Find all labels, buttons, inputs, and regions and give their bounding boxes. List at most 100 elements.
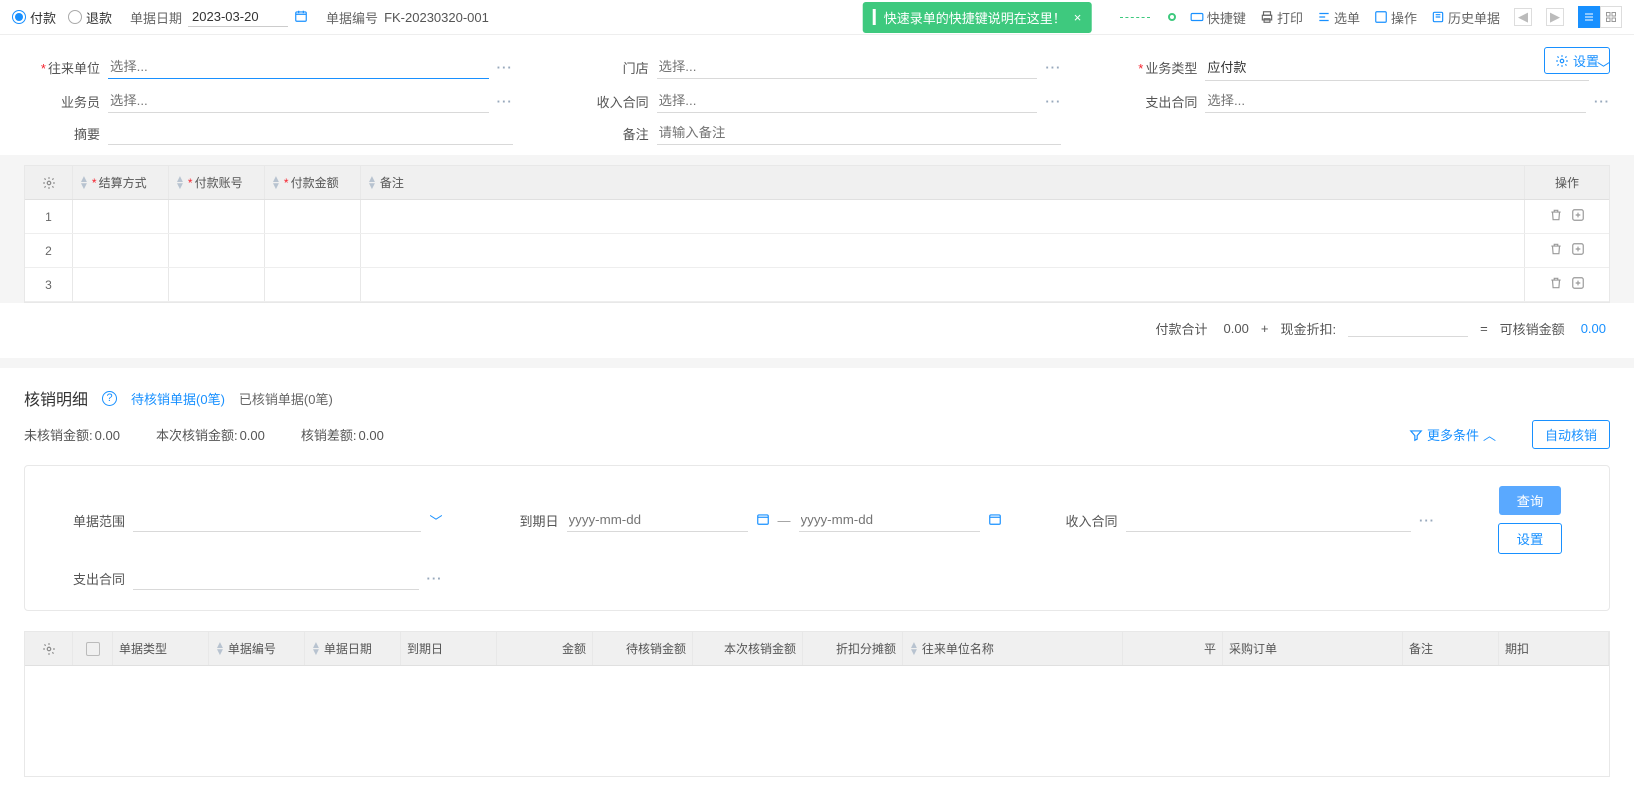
prev-button[interactable]: ◀	[1514, 8, 1532, 26]
settings-column-header[interactable]	[25, 166, 73, 199]
print-button[interactable]: 打印	[1260, 8, 1303, 27]
col-purchase-order[interactable]: 采购订单	[1223, 632, 1403, 665]
col-amount[interactable]: 金额	[497, 632, 593, 665]
col-remark[interactable]: ▲▼备注	[361, 166, 1525, 199]
add-icon[interactable]	[1571, 276, 1585, 293]
ellipsis-icon[interactable]: ···	[1045, 60, 1061, 75]
view-grid-button[interactable]	[1600, 6, 1622, 28]
expense-contract-input[interactable]	[1205, 89, 1586, 113]
table-row[interactable]: 2	[25, 234, 1609, 268]
radio-refund[interactable]: 退款	[68, 8, 112, 27]
auto-verify-button[interactable]: 自动核销	[1532, 420, 1610, 449]
summary-input[interactable]	[108, 121, 513, 145]
ellipsis-icon[interactable]: ···	[427, 571, 443, 586]
delete-icon[interactable]	[1549, 242, 1563, 259]
paytotal-value: 0.00	[1224, 321, 1249, 336]
unit-label: 往来单位	[24, 58, 100, 77]
income-contract-filter-input[interactable]	[1126, 508, 1412, 532]
topbar: 付款 退款 单据日期 2023-03-20 单据编号 FK-20230320-0…	[0, 0, 1634, 35]
verify-section: 核销明细 ? 待核销单据(0笔) 已核销单据(0笔) 未核销金额:0.00 本次…	[0, 368, 1634, 795]
query-button[interactable]: 查询	[1499, 486, 1562, 515]
ellipsis-icon[interactable]: ···	[497, 94, 513, 109]
expense-contract-filter-label: 支出合同	[49, 569, 125, 588]
delete-icon[interactable]	[1549, 276, 1563, 293]
doc-no-field: 单据编号 FK-20230320-001	[326, 8, 489, 27]
ellipsis-icon[interactable]: ···	[497, 60, 513, 75]
add-icon[interactable]	[1571, 242, 1585, 259]
calendar-icon[interactable]	[756, 512, 770, 529]
ellipsis-icon[interactable]: ···	[1419, 513, 1435, 528]
doc-date-field: 单据日期 2023-03-20	[130, 7, 308, 27]
income-contract-field: 收入合同 ···	[573, 89, 1062, 113]
col-this-amount[interactable]: 本次核销金额	[693, 632, 803, 665]
col-pending-amount[interactable]: 待核销金额	[593, 632, 693, 665]
ellipsis-icon[interactable]: ···	[1045, 94, 1061, 109]
help-icon[interactable]: ?	[102, 391, 117, 406]
col-pay-account[interactable]: ▲▼*付款账号	[169, 166, 265, 199]
col-doc-type[interactable]: 单据类型	[113, 632, 209, 665]
remark-input[interactable]	[657, 121, 1062, 145]
sort-icon: ▲▼	[215, 642, 225, 656]
ops-button[interactable]: 操作	[1374, 8, 1417, 27]
col-pay-amount[interactable]: ▲▼*付款金额	[265, 166, 361, 199]
table-row[interactable]: 3	[25, 268, 1609, 302]
income-contract-input[interactable]	[657, 89, 1038, 113]
doc-no-label: 单据编号	[326, 8, 378, 27]
sort-icon: ▲▼	[271, 176, 281, 190]
biztype-field: 业务类型 应付款 ﹀	[1121, 53, 1610, 81]
add-icon[interactable]	[1571, 208, 1585, 225]
view-list-button[interactable]	[1578, 6, 1600, 28]
calendar-icon[interactable]	[294, 9, 308, 26]
checkbox-icon[interactable]	[86, 642, 100, 656]
col-remark[interactable]: 备注	[1403, 632, 1499, 665]
settings-button[interactable]: 设置	[1544, 47, 1610, 74]
biztype-label: 业务类型	[1121, 58, 1197, 77]
store-input[interactable]	[657, 55, 1038, 79]
settings-column-header[interactable]	[25, 632, 73, 665]
select-button[interactable]: 选单	[1317, 8, 1360, 27]
doc-date-value[interactable]: 2023-03-20	[188, 7, 288, 27]
filter-settings-button[interactable]: 设置	[1498, 523, 1563, 554]
biztype-value[interactable]: 应付款	[1205, 53, 1589, 81]
col-doc-no[interactable]: ▲▼单据编号	[209, 632, 305, 665]
tab-pending[interactable]: 待核销单据(0笔)	[131, 389, 225, 408]
verify-table: 单据类型 ▲▼单据编号 ▲▼单据日期 到期日 金额 待核销金额 本次核销金额 折…	[24, 631, 1610, 777]
sort-icon: ▲▼	[367, 176, 377, 190]
sales-input[interactable]	[108, 89, 489, 113]
col-unit-name[interactable]: ▲▼往来单位名称	[903, 632, 1123, 665]
sort-icon: ▲▼	[79, 176, 89, 190]
col-settle-method[interactable]: ▲▼*结算方式	[73, 166, 169, 199]
col-extra[interactable]: 期扣	[1499, 632, 1609, 665]
unit-field: 往来单位 ···	[24, 53, 513, 81]
col-discount-alloc[interactable]: 折扣分摊额	[803, 632, 903, 665]
unit-input[interactable]	[108, 55, 489, 79]
close-icon[interactable]: ×	[1074, 10, 1082, 25]
doc-range-input[interactable]	[133, 508, 421, 532]
col-doc-date[interactable]: ▲▼单据日期	[305, 632, 401, 665]
cashdisc-input[interactable]	[1348, 321, 1468, 337]
stat-unverified-label: 未核销金额:	[24, 428, 93, 443]
stat-unverified-value: 0.00	[95, 428, 120, 443]
col-due-date[interactable]: 到期日	[401, 632, 497, 665]
col-flat[interactable]: 平	[1123, 632, 1223, 665]
expense-contract-filter: 支出合同 ···	[49, 566, 443, 590]
delete-icon[interactable]	[1549, 208, 1563, 225]
checkbox-column-header[interactable]	[73, 632, 113, 665]
history-button[interactable]: 历史单据	[1431, 8, 1500, 27]
tab-done[interactable]: 已核销单据(0笔)	[239, 389, 333, 408]
expense-contract-filter-input[interactable]	[133, 566, 419, 590]
paytotal-label: 付款合计	[1156, 319, 1208, 338]
chevron-down-icon[interactable]: ﹀	[429, 511, 442, 530]
shortcut-button[interactable]: 快捷键	[1190, 8, 1246, 27]
next-button[interactable]: ▶	[1546, 8, 1564, 26]
due-start-input[interactable]	[567, 508, 748, 532]
due-date-field: 到期日 —	[483, 486, 1002, 554]
ellipsis-icon[interactable]: ···	[1594, 94, 1610, 109]
table-row[interactable]: 1	[25, 200, 1609, 234]
calendar-icon[interactable]	[988, 512, 1002, 529]
radio-payment[interactable]: 付款	[12, 8, 56, 27]
more-conditions-toggle[interactable]: 更多条件 ︿	[1409, 425, 1496, 444]
income-contract-filter: 收入合同 ···	[1042, 486, 1436, 554]
expense-contract-label: 支出合同	[1121, 92, 1197, 111]
due-end-input[interactable]	[799, 508, 980, 532]
